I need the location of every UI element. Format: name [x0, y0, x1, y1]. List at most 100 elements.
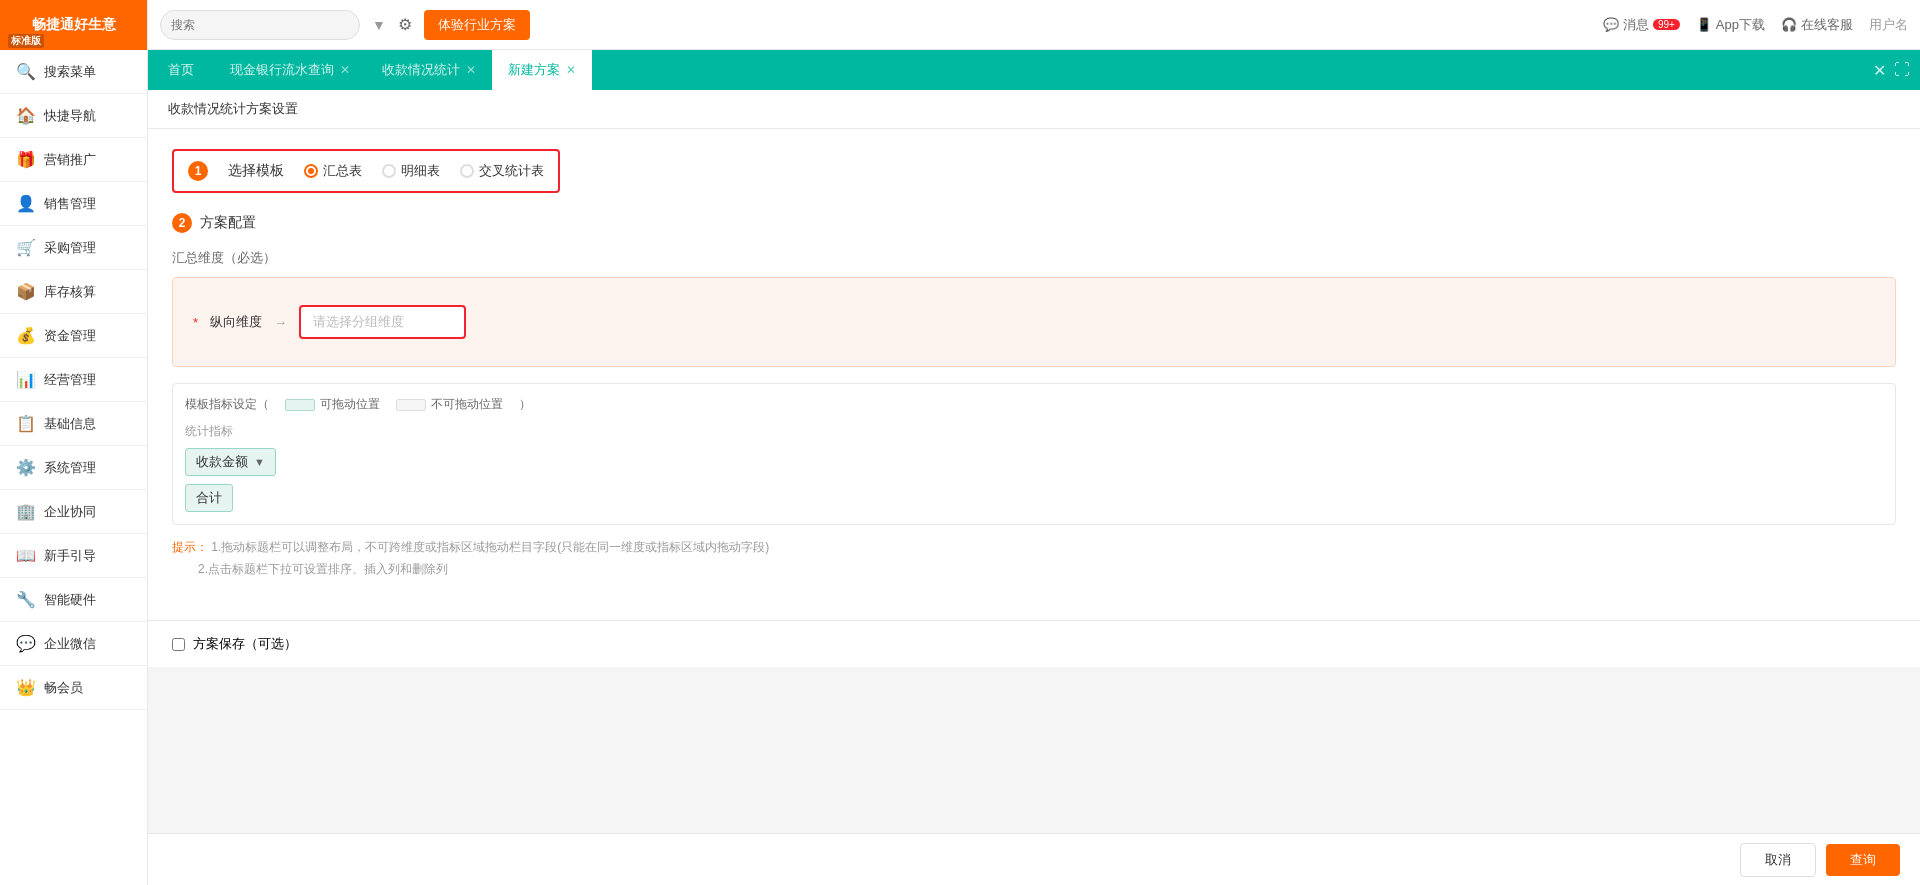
legend-not-draggable-label: 不可拖动位置 [431, 396, 503, 413]
tip-1-text: 1.拖动标题栏可以调整布局，不可跨维度或指标区域拖动栏目字段(只能在同一维度或指… [211, 540, 769, 554]
save-option-checkbox[interactable] [172, 638, 185, 651]
section2-num: 2 [172, 213, 192, 233]
radio-summary-label: 汇总表 [323, 162, 362, 180]
chart-icon: 📊 [16, 370, 36, 389]
not-draggable-indicator [396, 399, 426, 411]
user-icon: 👤 [16, 194, 36, 213]
tab-close-collection-stats-icon[interactable]: ✕ [466, 63, 476, 77]
dimension-area: * 纵向维度 → 请选择分组维度 [172, 277, 1896, 367]
sidebar-item-weixin[interactable]: 💬 企业微信 [0, 622, 147, 666]
radio-detail[interactable]: 明细表 [382, 162, 440, 180]
logo-text: 畅捷通好生意 [32, 16, 116, 34]
tab-collection-stats[interactable]: 收款情况统计 ✕ [366, 50, 492, 90]
sidebar-item-smart-hw[interactable]: 🔧 智能硬件 [0, 578, 147, 622]
dimension-row: * 纵向维度 → 请选择分组维度 [193, 305, 466, 339]
search-menu-icon: 🔍 [16, 62, 36, 81]
metrics-config-title: 模板指标设定（ [185, 396, 269, 413]
message-icon: 💬 [1603, 17, 1619, 32]
dimension-select-input[interactable]: 请选择分组维度 [299, 305, 466, 339]
cancel-button[interactable]: 取消 [1740, 843, 1816, 877]
tip-1: 提示： 1.拖动标题栏可以调整布局，不可跨维度或指标区域拖动栏目字段(只能在同一… [172, 537, 1896, 559]
sidebar-item-system[interactable]: ⚙️ 系统管理 [0, 446, 147, 490]
tab-home[interactable]: 首页 [148, 50, 214, 90]
sidebar-item-guide[interactable]: 📖 新手引导 [0, 534, 147, 578]
user-info: 用户名 [1869, 16, 1908, 34]
sidebar-item-sales[interactable]: 👤 销售管理 [0, 182, 147, 226]
metrics-subtag-total: 合计 [185, 484, 233, 512]
template-select-box: 1 选择模板 汇总表 明细表 交叉统计表 [172, 149, 560, 193]
service-label: 在线客服 [1801, 16, 1853, 34]
metrics-legend: 模板指标设定（ 可拖动位置 不可拖动位置 ） [185, 396, 1883, 413]
sidebar-item-operations[interactable]: 📊 经营管理 [0, 358, 147, 402]
gear-icon: ⚙️ [16, 458, 36, 477]
section-template: 1 选择模板 汇总表 明细表 交叉统计表 [172, 149, 1896, 193]
sidebar-item-label: 采购管理 [44, 239, 96, 257]
messages-button[interactable]: 💬 消息 99+ [1603, 16, 1680, 34]
tab-new-plan[interactable]: 新建方案 ✕ [492, 50, 592, 90]
building-icon: 🏢 [16, 502, 36, 521]
topbar: ▼ ⚙ 体验行业方案 💬 消息 99+ 📱 App下载 🎧 在线客服 用户名 [148, 0, 1920, 50]
footer-bar: 取消 查询 [148, 833, 1920, 885]
settings-icon[interactable]: ⚙ [398, 15, 412, 34]
cart-icon: 🛒 [16, 238, 36, 257]
tab-collection-stats-label: 收款情况统计 [382, 61, 460, 79]
sidebar-item-search-menu[interactable]: 🔍 搜索菜单 [0, 50, 147, 94]
tabbar-actions: ✕ ⛶ [1863, 61, 1920, 80]
sidebar-item-finance[interactable]: 💰 资金管理 [0, 314, 147, 358]
sidebar-item-basic-info[interactable]: 📋 基础信息 [0, 402, 147, 446]
save-option-area: 方案保存（可选） [148, 620, 1920, 667]
radio-cross[interactable]: 交叉统计表 [460, 162, 544, 180]
logo-badge: 标准版 [8, 34, 44, 48]
metrics-config-title-end: ） [519, 396, 531, 413]
tabbar: 首页 现金银行流水查询 ✕ 收款情况统计 ✕ 新建方案 ✕ ✕ ⛶ [148, 50, 1920, 90]
tab-bank-flow[interactable]: 现金银行流水查询 ✕ [214, 50, 366, 90]
section2-title: 方案配置 [200, 214, 256, 232]
metrics-config: 模板指标设定（ 可拖动位置 不可拖动位置 ） 统计指标 [172, 383, 1896, 525]
radio-cross-dot [460, 164, 474, 178]
sidebar-item-label: 系统管理 [44, 459, 96, 477]
industry-solution-button[interactable]: 体验行业方案 [424, 10, 530, 40]
sidebar-item-label: 营销推广 [44, 151, 96, 169]
maximize-icon[interactable]: ⛶ [1894, 61, 1910, 79]
radio-detail-label: 明细表 [401, 162, 440, 180]
tips-area: 提示： 1.拖动标题栏可以调整布局，不可跨维度或指标区域拖动栏目字段(只能在同一… [172, 537, 1896, 580]
page-title-bar: 收款情况统计方案设置 [148, 90, 1920, 129]
crown-icon: 👑 [16, 678, 36, 697]
sidebar-item-label: 新手引导 [44, 547, 96, 565]
gift-icon: 🎁 [16, 150, 36, 169]
chevron-down-icon: ▼ [254, 456, 265, 468]
sidebar-item-purchase[interactable]: 🛒 采购管理 [0, 226, 147, 270]
dropdown-arrow-icon[interactable]: ▼ [372, 17, 386, 33]
main-area: ▼ ⚙ 体验行业方案 💬 消息 99+ 📱 App下载 🎧 在线客服 用户名 首… [148, 0, 1920, 885]
metrics-tag-collection[interactable]: 收款金额 ▼ [185, 448, 276, 476]
section1-num: 1 [188, 161, 208, 181]
sidebar-item-label: 基础信息 [44, 415, 96, 433]
row-dimension-label: 纵向维度 [210, 313, 262, 331]
metrics-tags-area: 收款金额 ▼ 合计 [185, 448, 1883, 512]
dimension-label: 汇总维度（必选） [172, 249, 1896, 267]
query-button[interactable]: 查询 [1826, 844, 1900, 876]
sidebar-item-label: 智能硬件 [44, 591, 96, 609]
sidebar-item-member[interactable]: 👑 畅会员 [0, 666, 147, 710]
sidebar-item-enterprise[interactable]: 🏢 企业协同 [0, 490, 147, 534]
sidebar-item-inventory[interactable]: 📦 库存核算 [0, 270, 147, 314]
tab-close-bank-flow-icon[interactable]: ✕ [340, 63, 350, 77]
sidebar-item-label: 畅会员 [44, 679, 83, 697]
online-service-button[interactable]: 🎧 在线客服 [1781, 16, 1853, 34]
sidebar-item-label: 库存核算 [44, 283, 96, 301]
tab-home-label: 首页 [168, 61, 194, 79]
sidebar-item-marketing[interactable]: 🎁 营销推广 [0, 138, 147, 182]
radio-summary[interactable]: 汇总表 [304, 162, 362, 180]
messages-label: 消息 [1623, 16, 1649, 34]
radio-summary-dot [304, 164, 318, 178]
close-window-icon[interactable]: ✕ [1873, 61, 1886, 80]
app-download-button[interactable]: 📱 App下载 [1696, 16, 1765, 34]
metrics-tag-collection-label: 收款金额 [196, 453, 248, 471]
tip-2: 2.点击标题栏下拉可设置排序、插入列和删除列 [172, 559, 1896, 581]
tool-icon: 🔧 [16, 590, 36, 609]
search-input[interactable] [160, 10, 360, 40]
sidebar-item-quick-nav[interactable]: 🏠 快捷导航 [0, 94, 147, 138]
tab-close-new-plan-icon[interactable]: ✕ [566, 63, 576, 77]
dimension-placeholder: 请选择分组维度 [313, 314, 404, 329]
sidebar-item-label: 搜索菜单 [44, 63, 96, 81]
